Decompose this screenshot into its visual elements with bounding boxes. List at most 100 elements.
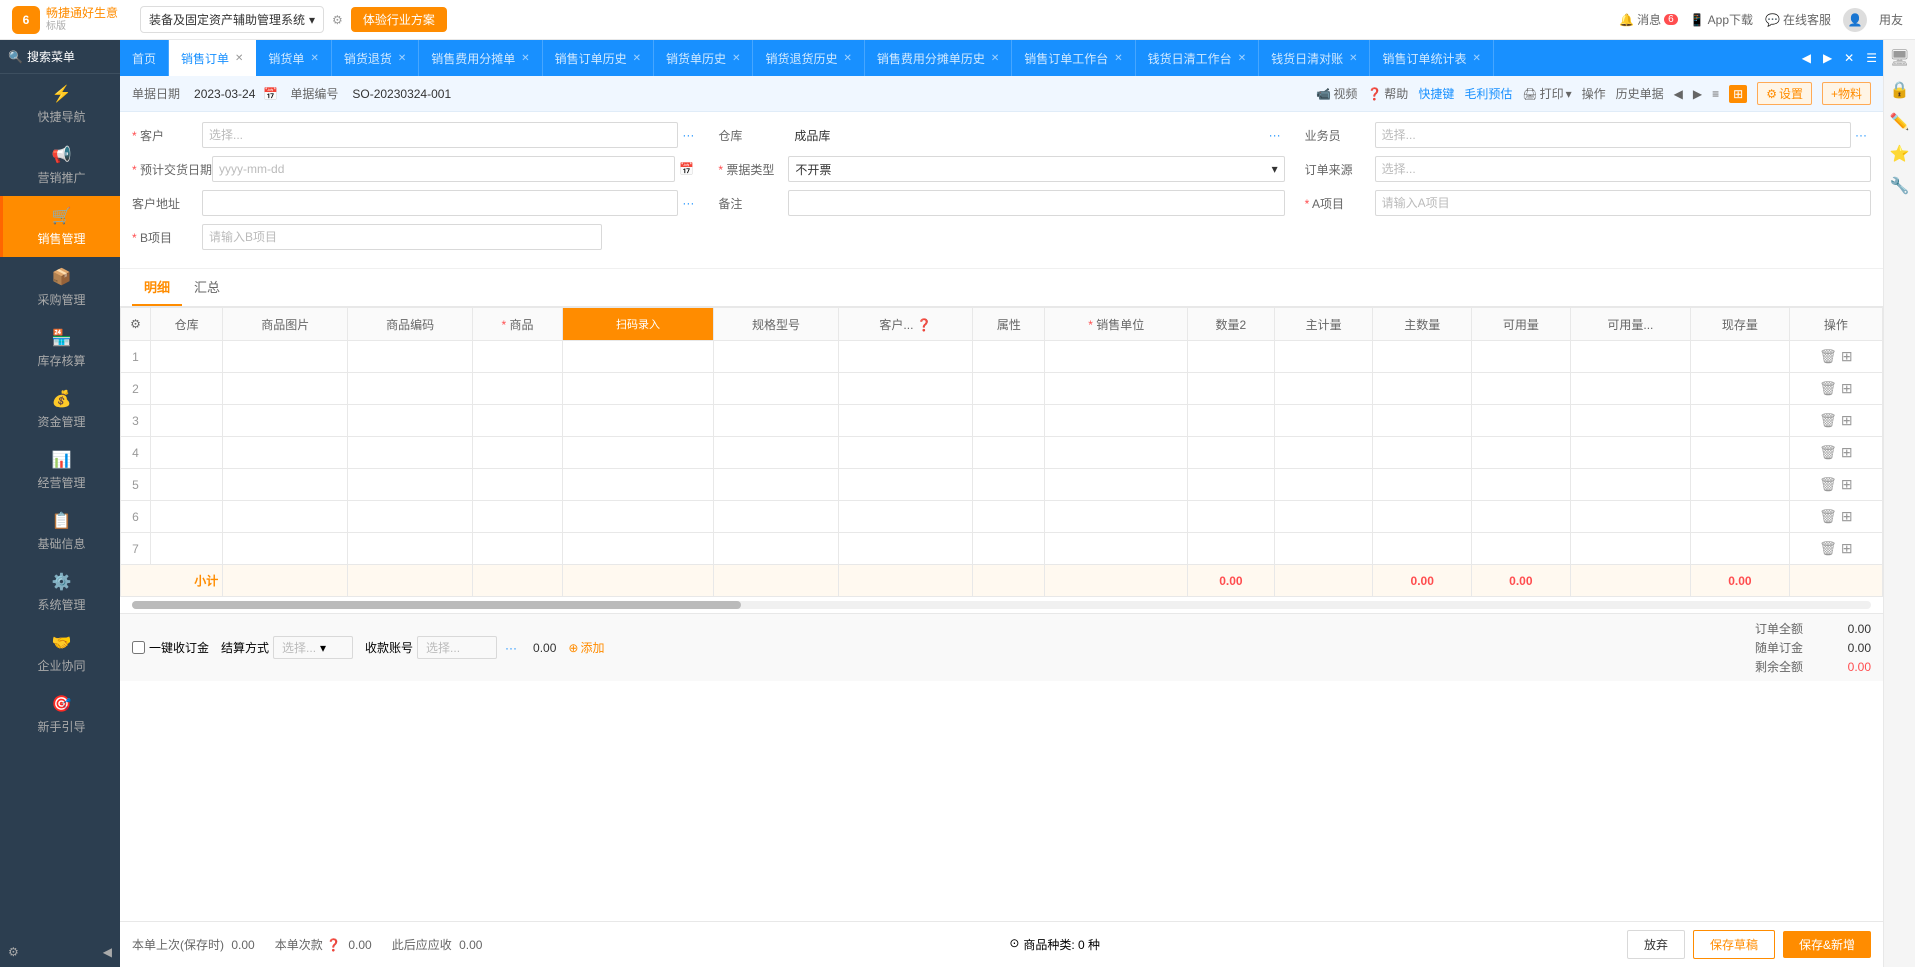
- tab-daily-reconcile[interactable]: 钱货日清对账 ✕: [1259, 40, 1370, 76]
- right-panel-monitor-icon[interactable]: 🖥: [1886, 44, 1914, 72]
- invoice-type-select[interactable]: 不开票 ▾: [788, 156, 1284, 182]
- tab-close-daily-workbench[interactable]: ✕: [1238, 53, 1246, 64]
- tab-return-history[interactable]: 销货退货历史 ✕: [753, 40, 864, 76]
- delete-row-7[interactable]: 🗑: [1819, 540, 1837, 557]
- cell-avail-1[interactable]: [1472, 341, 1571, 373]
- tab-sales-stats[interactable]: 销售订单统计表 ✕: [1370, 40, 1493, 76]
- profit-btn[interactable]: 毛利预估: [1464, 85, 1512, 102]
- horizontal-scrollbar[interactable]: [120, 597, 1883, 613]
- nav-prev-icon[interactable]: ◀: [1796, 51, 1817, 65]
- sidebar-item-marketing[interactable]: 📢 营销推广: [0, 135, 120, 196]
- cell-unit-1[interactable]: [1045, 341, 1187, 373]
- salesperson-input[interactable]: [1375, 122, 1851, 148]
- sidebar-item-sales[interactable]: 🛒 销售管理: [0, 196, 120, 257]
- tab-close-order-workbench[interactable]: ✕: [1114, 53, 1122, 64]
- delivery-date-input[interactable]: [212, 156, 675, 182]
- nav-next-icon[interactable]: ▶: [1817, 51, 1838, 65]
- shortcut-btn[interactable]: 快捷键: [1418, 85, 1454, 102]
- prev-record-icon[interactable]: ◀: [1674, 87, 1683, 101]
- tab-close-invoice-history[interactable]: ✕: [732, 53, 740, 64]
- save-new-btn[interactable]: 保存&新增: [1783, 931, 1871, 958]
- cell-mainqty-1[interactable]: [1373, 341, 1472, 373]
- sidebar-item-inventory[interactable]: 🏪 库存核算: [0, 318, 120, 379]
- tab-sales-order[interactable]: 销售订单 ✕: [169, 40, 256, 76]
- customer-input[interactable]: [202, 122, 678, 148]
- list-view-icon[interactable]: ≡: [1712, 87, 1719, 101]
- sidebar-collapse-icon[interactable]: ◀: [103, 945, 112, 959]
- salesperson-more-btn[interactable]: ···: [1851, 128, 1871, 142]
- cell-code-1[interactable]: [348, 341, 473, 373]
- sidebar-item-finance[interactable]: 💰 资金管理: [0, 379, 120, 440]
- scan-btn[interactable]: 扫码录入: [608, 314, 668, 334]
- sidebar-item-basic[interactable]: 📋 基础信息: [0, 501, 120, 562]
- tab-close-daily-reconcile[interactable]: ✕: [1349, 53, 1357, 64]
- tab-close-order-history[interactable]: ✕: [633, 53, 641, 64]
- tab-close-sales-expense[interactable]: ✕: [521, 53, 529, 64]
- cell-product-1[interactable]: [473, 341, 563, 373]
- sidebar-item-enterprise[interactable]: 🤝 企业协同: [0, 623, 120, 684]
- next-record-icon[interactable]: ▶: [1693, 87, 1702, 101]
- tab-invoice-history[interactable]: 销货单历史 ✕: [654, 40, 753, 76]
- delete-row-1[interactable]: 🗑: [1819, 348, 1837, 365]
- col-scan[interactable]: 扫码录入: [562, 308, 713, 341]
- address-more-btn[interactable]: ···: [678, 196, 698, 210]
- settings-panel-btn[interactable]: ⚙ 设置: [1757, 82, 1812, 105]
- tab-close-sales-order[interactable]: ✕: [235, 53, 243, 64]
- copy-row-1[interactable]: ⊞: [1841, 348, 1853, 365]
- gear-icon[interactable]: ⚙: [332, 13, 343, 27]
- warehouse-more-btn[interactable]: ···: [1265, 128, 1285, 142]
- delete-row-5[interactable]: 🗑: [1819, 476, 1837, 493]
- tab-order-workbench[interactable]: 销售订单工作台 ✕: [1012, 40, 1135, 76]
- cell-attr-1[interactable]: [973, 341, 1045, 373]
- cell-image-1[interactable]: [223, 341, 348, 373]
- tab-summary[interactable]: 汇总: [182, 269, 232, 306]
- right-panel-star-icon[interactable]: ⭐: [1886, 140, 1914, 168]
- account-more-btn[interactable]: ···: [501, 641, 521, 655]
- operate-btn[interactable]: 操作: [1582, 85, 1606, 102]
- help-btn[interactable]: ❓ 帮助: [1367, 85, 1408, 102]
- nav-close-icon[interactable]: ✕: [1838, 51, 1860, 65]
- preview-btn[interactable]: 📹 视频: [1316, 85, 1357, 102]
- cell-custcode-1[interactable]: [838, 341, 972, 373]
- b-project-input[interactable]: [202, 224, 602, 250]
- quick-collect-label[interactable]: 一键收订金: [132, 639, 209, 656]
- quick-collect-checkbox[interactable]: [132, 641, 145, 654]
- account-select[interactable]: 选择...: [417, 636, 497, 659]
- tab-home[interactable]: 首页: [120, 40, 169, 76]
- calendar-icon[interactable]: 📅: [263, 87, 278, 101]
- sidebar-item-guide[interactable]: 🎯 新手引导: [0, 684, 120, 745]
- tab-close-sales-invoice[interactable]: ✕: [310, 53, 318, 64]
- sidebar-item-quick-nav[interactable]: ⚡ 快捷导航: [0, 74, 120, 135]
- app-download[interactable]: 📱 App下载: [1690, 11, 1753, 28]
- tab-close-return-history[interactable]: ✕: [843, 53, 851, 64]
- history-btn[interactable]: 历史单据: [1616, 85, 1664, 102]
- cell-stock-1[interactable]: [1691, 341, 1790, 373]
- right-panel-edit-icon[interactable]: ✏️: [1886, 108, 1914, 136]
- cell-qty2-1[interactable]: [1187, 341, 1274, 373]
- tab-detail[interactable]: 明细: [132, 269, 182, 306]
- industry-btn[interactable]: 体验行业方案: [351, 7, 447, 32]
- tab-order-history[interactable]: 销售订单历史 ✕: [543, 40, 654, 76]
- copy-row-6[interactable]: ⊞: [1841, 508, 1853, 525]
- delete-row-3[interactable]: 🗑: [1819, 412, 1837, 429]
- tab-expense-history[interactable]: 销售费用分摊单历史 ✕: [865, 40, 1012, 76]
- right-panel-tool-icon[interactable]: 🔧: [1886, 172, 1914, 200]
- customer-address-input[interactable]: [202, 190, 678, 216]
- cell-avail2-1[interactable]: [1570, 341, 1691, 373]
- date-icon[interactable]: 📅: [675, 162, 698, 176]
- order-source-input[interactable]: [1375, 156, 1871, 182]
- print-btn[interactable]: 🖨 打印 ▾: [1522, 85, 1571, 102]
- add-payment-btn[interactable]: ⊕ 添加: [568, 639, 604, 656]
- save-draft-btn[interactable]: 保存草稿: [1693, 930, 1775, 959]
- sidebar-settings-icon[interactable]: ⚙: [8, 945, 19, 959]
- user-avatar[interactable]: 👤: [1843, 8, 1867, 32]
- tab-sales-expense[interactable]: 销售费用分摊单 ✕: [419, 40, 542, 76]
- cell-warehouse-1[interactable]: [151, 341, 223, 373]
- tab-close-sales-return[interactable]: ✕: [398, 53, 406, 64]
- copy-row-5[interactable]: ⊞: [1841, 476, 1853, 493]
- delete-row-4[interactable]: 🗑: [1819, 444, 1837, 461]
- sidebar-item-operations[interactable]: 📊 经营管理: [0, 440, 120, 501]
- copy-row-7[interactable]: ⊞: [1841, 540, 1853, 557]
- help-icon-small[interactable]: ❓: [326, 938, 341, 952]
- copy-row-3[interactable]: ⊞: [1841, 412, 1853, 429]
